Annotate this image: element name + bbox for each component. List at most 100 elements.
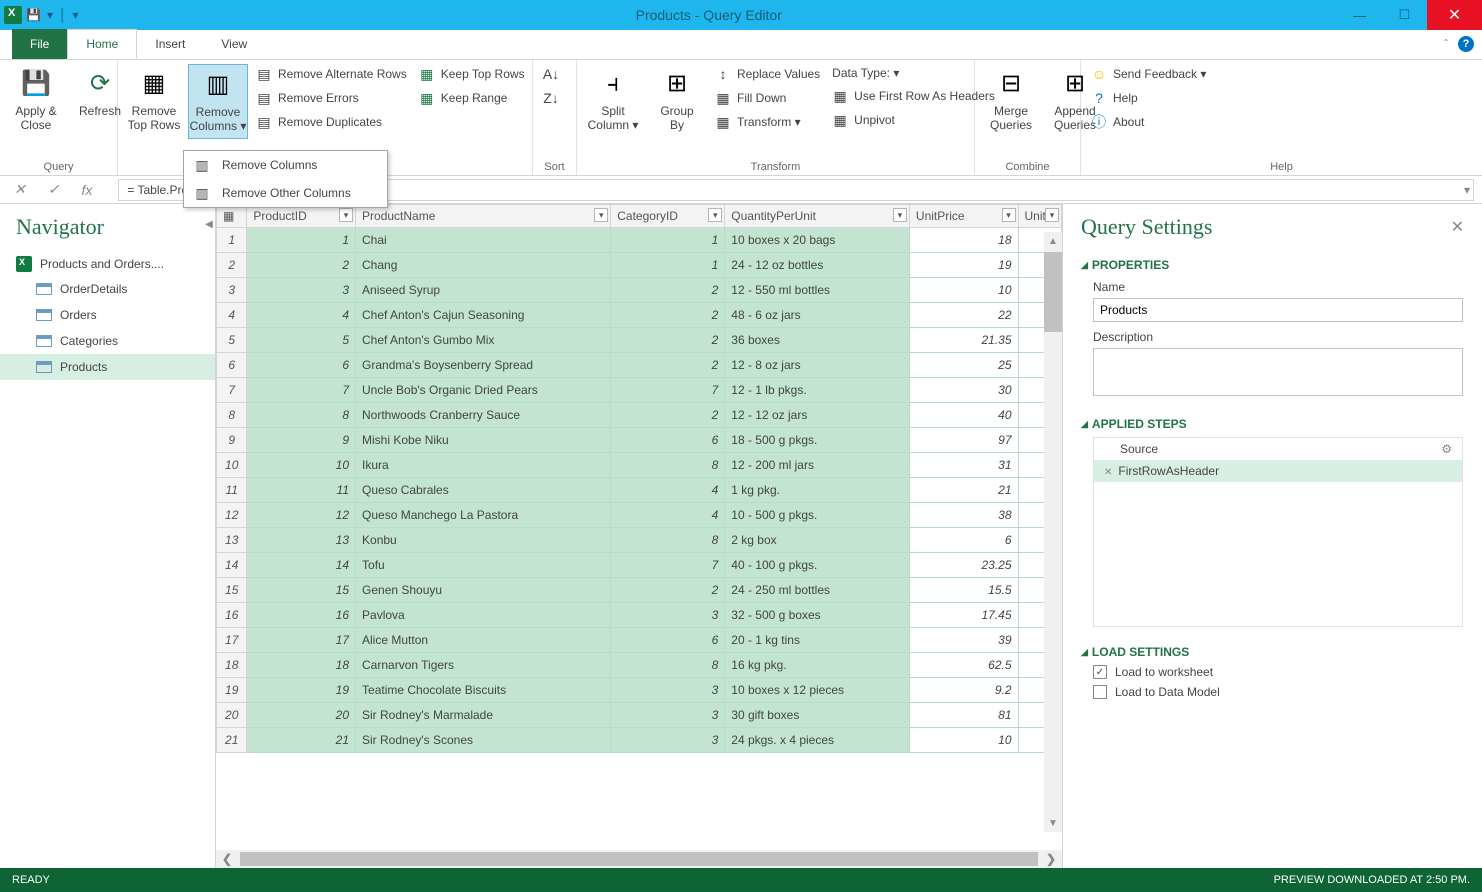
properties-header[interactable]: ◢PROPERTIES	[1081, 258, 1464, 272]
cell-productname[interactable]: Genen Shouyu	[356, 578, 611, 603]
table-row[interactable]: 99Mishi Kobe Niku618 - 500 g pkgs.97	[217, 428, 1062, 453]
cell-quantity[interactable]: 10 boxes x 12 pieces	[725, 678, 910, 703]
table-row[interactable]: 1717Alice Mutton620 - 1 kg tins39	[217, 628, 1062, 653]
cell-quantity[interactable]: 12 - 1 lb pkgs.	[725, 378, 910, 403]
cell-productid[interactable]: 6	[247, 353, 356, 378]
cell-productname[interactable]: Aniseed Syrup	[356, 278, 611, 303]
column-header-unit[interactable]: Unit▾	[1018, 205, 1061, 228]
filter-icon[interactable]: ▾	[1045, 208, 1059, 222]
view-tab[interactable]: View	[203, 29, 265, 59]
cell-categoryid[interactable]: 1	[611, 253, 725, 278]
cell-productid[interactable]: 5	[247, 328, 356, 353]
cell-productid[interactable]: 1	[247, 228, 356, 253]
cell-unitprice[interactable]: 38	[909, 503, 1018, 528]
cell-productname[interactable]: Teatime Chocolate Biscuits	[356, 678, 611, 703]
table-row[interactable]: 88Northwoods Cranberry Sauce212 - 12 oz …	[217, 403, 1062, 428]
cell-productname[interactable]: Mishi Kobe Niku	[356, 428, 611, 453]
sort-desc-button[interactable]: Z↓	[539, 88, 563, 108]
filter-icon[interactable]: ▾	[708, 208, 722, 222]
table-row[interactable]: 22Chang124 - 12 oz bottles19	[217, 253, 1062, 278]
cell-quantity[interactable]: 10 boxes x 20 bags	[725, 228, 910, 253]
cell-productid[interactable]: 7	[247, 378, 356, 403]
filter-icon[interactable]: ▾	[1002, 208, 1016, 222]
cell-unitprice[interactable]: 19	[909, 253, 1018, 278]
cell-categoryid[interactable]: 8	[611, 528, 725, 553]
table-row[interactable]: 2020Sir Rodney's Marmalade330 gift boxes…	[217, 703, 1062, 728]
cell-productid[interactable]: 16	[247, 603, 356, 628]
cell-categoryid[interactable]: 2	[611, 303, 725, 328]
remove-columns-button[interactable]: ▥ Remove Columns ▾	[188, 64, 248, 139]
cell-unitprice[interactable]: 22	[909, 303, 1018, 328]
cell-unitprice[interactable]: 6	[909, 528, 1018, 553]
remove-alternate-rows-button[interactable]: ▤Remove Alternate Rows	[252, 64, 411, 84]
navigator-item-products[interactable]: Products	[0, 354, 215, 380]
qat-dropdown-icon[interactable]: ▾	[45, 8, 55, 22]
step-source[interactable]: Source⚙	[1094, 438, 1462, 460]
navigator-collapse-icon[interactable]: ◀	[203, 214, 215, 234]
table-row[interactable]: 1616Pavlova332 - 500 g boxes17.45	[217, 603, 1062, 628]
cell-productname[interactable]: Grandma's Boysenberry Spread	[356, 353, 611, 378]
data-type-button[interactable]: Data Type: ▾	[828, 64, 999, 82]
cell-categoryid[interactable]: 7	[611, 553, 725, 578]
cell-categoryid[interactable]: 6	[611, 628, 725, 653]
table-row[interactable]: 1515Genen Shouyu224 - 250 ml bottles15.5	[217, 578, 1062, 603]
cell-unitprice[interactable]: 30	[909, 378, 1018, 403]
about-button[interactable]: ⓘAbout	[1087, 112, 1210, 132]
load-datamodel-checkbox[interactable]: Load to Data Model	[1093, 685, 1464, 699]
cell-unitprice[interactable]: 21	[909, 478, 1018, 503]
send-feedback-button[interactable]: ☺Send Feedback ▾	[1087, 64, 1210, 84]
cell-quantity[interactable]: 24 - 250 ml bottles	[725, 578, 910, 603]
formula-cancel-icon[interactable]: ✕	[8, 181, 32, 198]
home-tab[interactable]: Home	[67, 29, 137, 59]
cell-unitprice[interactable]: 10	[909, 728, 1018, 753]
cell-categoryid[interactable]: 7	[611, 378, 725, 403]
cell-productid[interactable]: 15	[247, 578, 356, 603]
keep-top-rows-button[interactable]: ▦Keep Top Rows	[415, 64, 529, 84]
cell-quantity[interactable]: 1 kg pkg.	[725, 478, 910, 503]
close-button[interactable]: ✕	[1427, 0, 1482, 30]
cell-categoryid[interactable]: 2	[611, 278, 725, 303]
cell-quantity[interactable]: 40 - 100 g pkgs.	[725, 553, 910, 578]
cell-quantity[interactable]: 36 boxes	[725, 328, 910, 353]
cell-productid[interactable]: 4	[247, 303, 356, 328]
load-settings-header[interactable]: ◢LOAD SETTINGS	[1081, 645, 1464, 659]
fx-icon[interactable]: fx	[75, 182, 98, 198]
table-row[interactable]: 1111Queso Cabrales41 kg pkg.21	[217, 478, 1062, 503]
navigator-item-categories[interactable]: Categories	[0, 328, 215, 354]
table-row[interactable]: 66Grandma's Boysenberry Spread212 - 8 oz…	[217, 353, 1062, 378]
group-by-button[interactable]: ⊞ Group By	[647, 64, 707, 137]
cell-productname[interactable]: Pavlova	[356, 603, 611, 628]
cell-productid[interactable]: 12	[247, 503, 356, 528]
cell-categoryid[interactable]: 6	[611, 428, 725, 453]
cell-productname[interactable]: Alice Mutton	[356, 628, 611, 653]
minimize-button[interactable]: —	[1337, 0, 1382, 30]
cell-productid[interactable]: 20	[247, 703, 356, 728]
table-row[interactable]: 1414Tofu740 - 100 g pkgs.23.25	[217, 553, 1062, 578]
cell-unitprice[interactable]: 23.25	[909, 553, 1018, 578]
qat-caret-icon[interactable]: ▾	[70, 8, 80, 22]
cell-categoryid[interactable]: 2	[611, 328, 725, 353]
cell-quantity[interactable]: 20 - 1 kg tins	[725, 628, 910, 653]
formula-confirm-icon[interactable]: ✓	[42, 181, 66, 198]
cell-quantity[interactable]: 10 - 500 g pkgs.	[725, 503, 910, 528]
cell-unitprice[interactable]: 17.45	[909, 603, 1018, 628]
cell-quantity[interactable]: 2 kg box	[725, 528, 910, 553]
remove-duplicates-button[interactable]: ▤Remove Duplicates	[252, 112, 411, 132]
cell-categoryid[interactable]: 2	[611, 578, 725, 603]
cell-productid[interactable]: 13	[247, 528, 356, 553]
cell-productname[interactable]: Konbu	[356, 528, 611, 553]
table-row[interactable]: 1010Ikura812 - 200 ml jars31	[217, 453, 1062, 478]
cell-categoryid[interactable]: 2	[611, 353, 725, 378]
cell-quantity[interactable]: 12 - 550 ml bottles	[725, 278, 910, 303]
split-column-button[interactable]: ⫞ Split Column ▾	[583, 64, 643, 137]
merge-queries-button[interactable]: ⊟ Merge Queries	[981, 64, 1041, 137]
file-tab[interactable]: File	[12, 29, 67, 59]
cell-quantity[interactable]: 16 kg pkg.	[725, 653, 910, 678]
remove-top-rows-button[interactable]: ▦ Remove Top Rows	[124, 64, 184, 137]
first-row-headers-button[interactable]: ▦Use First Row As Headers	[828, 86, 999, 106]
cell-categoryid[interactable]: 1	[611, 228, 725, 253]
table-row[interactable]: 2121Sir Rodney's Scones324 pkgs. x 4 pie…	[217, 728, 1062, 753]
cell-productname[interactable]: Northwoods Cranberry Sauce	[356, 403, 611, 428]
scroll-left-icon[interactable]: ❮	[216, 852, 238, 866]
cell-quantity[interactable]: 12 - 12 oz jars	[725, 403, 910, 428]
